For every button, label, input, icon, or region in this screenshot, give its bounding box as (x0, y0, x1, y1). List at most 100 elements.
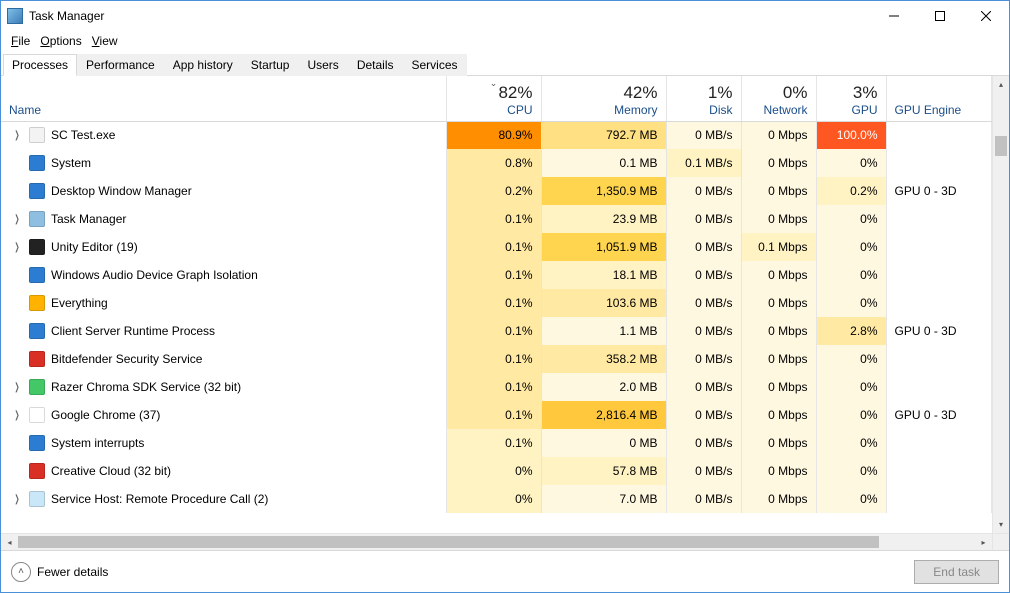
col-header-network[interactable]: 0% Network (741, 76, 816, 121)
menu-options[interactable]: Options (36, 32, 85, 50)
expand-chevron-icon[interactable]: ❯ (13, 382, 20, 393)
network-cell: 0 Mbps (741, 205, 816, 233)
cpu-cell: 0% (446, 457, 541, 485)
col-header-gpu-engine[interactable]: GPU Engine (886, 76, 992, 121)
scroll-right-button[interactable]: ▸ (975, 534, 992, 550)
tab-users[interactable]: Users (298, 54, 347, 76)
hscroll-thumb[interactable] (18, 536, 879, 548)
disk-cell: 0 MB/s (666, 233, 741, 261)
process-name-label: System interrupts (51, 436, 144, 450)
process-name-cell[interactable]: ❯System (1, 149, 446, 177)
process-icon (29, 435, 45, 451)
gpu-engine-cell (886, 485, 992, 513)
network-cell: 0 Mbps (741, 177, 816, 205)
table-row[interactable]: ❯System interrupts0.1%0 MB0 MB/s0 Mbps0% (1, 429, 992, 457)
expand-chevron-icon[interactable]: ❯ (13, 410, 20, 421)
process-icon (29, 267, 45, 283)
col-header-name[interactable]: Name (1, 76, 446, 121)
table-row[interactable]: ❯Everything0.1%103.6 MB0 MB/s0 Mbps0% (1, 289, 992, 317)
gpu-cell: 0% (816, 457, 886, 485)
memory-cell: 1,051.9 MB (541, 233, 666, 261)
process-name-label: Service Host: Remote Procedure Call (2) (51, 492, 268, 506)
disk-cell: 0.1 MB/s (666, 149, 741, 177)
network-cell: 0 Mbps (741, 485, 816, 513)
process-name-cell[interactable]: ❯Everything (1, 289, 446, 317)
hscroll-track[interactable] (18, 534, 975, 550)
tab-app-history[interactable]: App history (164, 54, 242, 76)
tab-details[interactable]: Details (348, 54, 403, 76)
col-header-cpu[interactable]: ⌄ 82% CPU (446, 76, 541, 121)
table-row[interactable]: ❯Razer Chroma SDK Service (32 bit)0.1%2.… (1, 373, 992, 401)
memory-cell: 0.1 MB (541, 149, 666, 177)
process-name-cell[interactable]: ❯Desktop Window Manager (1, 177, 446, 205)
menu-file[interactable]: File (7, 32, 34, 50)
expand-chevron-icon[interactable]: ❯ (13, 214, 20, 225)
process-name-label: Client Server Runtime Process (51, 324, 215, 338)
process-name-label: Everything (51, 296, 108, 310)
process-name-cell[interactable]: ❯Task Manager (1, 205, 446, 233)
tab-services[interactable]: Services (403, 54, 467, 76)
process-name-cell[interactable]: ❯ Service Host: Remote Procedure Call (2) (1, 485, 446, 513)
table-row[interactable]: ❯Client Server Runtime Process0.1%1.1 MB… (1, 317, 992, 345)
process-icon (29, 155, 45, 171)
network-cell: 0 Mbps (741, 429, 816, 457)
cpu-cell: 0.1% (446, 261, 541, 289)
table-row[interactable]: ❯Bitdefender Security Service0.1%358.2 M… (1, 345, 992, 373)
minimize-button[interactable] (871, 1, 917, 31)
process-name-cell[interactable]: ❯System interrupts (1, 429, 446, 457)
process-name-cell[interactable]: ❯Unity Editor (19) (1, 233, 446, 261)
close-button[interactable] (963, 1, 1009, 31)
memory-cell: 792.7 MB (541, 121, 666, 149)
gpu-engine-cell (886, 429, 992, 457)
chevron-up-icon: ˄ (11, 562, 31, 582)
process-name-cell[interactable]: ❯SC Test.exe (1, 121, 446, 149)
table-row[interactable]: ❯System0.8%0.1 MB0.1 MB/s0 Mbps0% (1, 149, 992, 177)
memory-cell: 23.9 MB (541, 205, 666, 233)
horizontal-scrollbar[interactable]: ◂ ▸ (1, 533, 1009, 550)
process-name-cell[interactable]: ❯Creative Cloud (32 bit) (1, 457, 446, 485)
minimize-icon (889, 11, 899, 21)
scroll-thumb[interactable] (995, 136, 1007, 156)
process-name-cell[interactable]: ❯Razer Chroma SDK Service (32 bit) (1, 373, 446, 401)
expand-chevron-icon[interactable]: ❯ (13, 242, 20, 253)
maximize-button[interactable] (917, 1, 963, 31)
expand-chevron-icon[interactable]: ❯ (13, 130, 20, 141)
scroll-up-button[interactable]: ▴ (993, 76, 1009, 93)
process-icon (29, 211, 45, 227)
tab-startup[interactable]: Startup (242, 54, 299, 76)
table-row[interactable]: ❯Windows Audio Device Graph Isolation0.1… (1, 261, 992, 289)
col-header-disk[interactable]: 1% Disk (666, 76, 741, 121)
table-row[interactable]: ❯SC Test.exe80.9%792.7 MB0 MB/s0 Mbps100… (1, 121, 992, 149)
expand-chevron-icon[interactable]: ❯ (13, 494, 20, 505)
gpu-engine-cell (886, 345, 992, 373)
process-name-label: Google Chrome (37) (51, 408, 160, 422)
table-row[interactable]: ❯Creative Cloud (32 bit)0%57.8 MB0 MB/s0… (1, 457, 992, 485)
process-name-cell[interactable]: ❯Client Server Runtime Process (1, 317, 446, 345)
col-header-gpu[interactable]: 3% GPU (816, 76, 886, 121)
table-row[interactable]: ❯Task Manager0.1%23.9 MB0 MB/s0 Mbps0% (1, 205, 992, 233)
process-name-cell[interactable]: ❯Bitdefender Security Service (1, 345, 446, 373)
cpu-cell: 0.1% (446, 345, 541, 373)
end-task-button[interactable]: End task (914, 560, 999, 584)
scroll-down-button[interactable]: ▾ (993, 516, 1009, 533)
col-header-memory[interactable]: 42% Memory (541, 76, 666, 121)
network-cell: 0 Mbps (741, 345, 816, 373)
cpu-cell: 0.1% (446, 205, 541, 233)
process-table-scroll[interactable]: Name ⌄ 82% CPU 42% Memory 1% (1, 76, 992, 533)
tab-processes[interactable]: Processes (3, 54, 77, 76)
fewer-details-label: Fewer details (37, 565, 108, 579)
process-name-cell[interactable]: ❯Windows Audio Device Graph Isolation (1, 261, 446, 289)
table-row[interactable]: ❯Unity Editor (19)0.1%1,051.9 MB0 MB/s0.… (1, 233, 992, 261)
vertical-scrollbar[interactable]: ▴ ▾ (992, 76, 1009, 533)
table-row[interactable]: ❯Desktop Window Manager0.2%1,350.9 MB0 M… (1, 177, 992, 205)
table-row[interactable]: ❯Google Chrome (37)0.1%2,816.4 MB0 MB/s0… (1, 401, 992, 429)
scroll-left-button[interactable]: ◂ (1, 534, 18, 550)
process-name-cell[interactable]: ❯ Google Chrome (37) (1, 401, 446, 429)
close-icon (981, 11, 991, 21)
menu-view[interactable]: View (88, 32, 122, 50)
table-row[interactable]: ❯ Service Host: Remote Procedure Call (2)… (1, 485, 992, 513)
fewer-details-button[interactable]: ˄ Fewer details (11, 562, 108, 582)
tab-performance[interactable]: Performance (77, 54, 164, 76)
memory-cell: 7.0 MB (541, 485, 666, 513)
memory-cell: 18.1 MB (541, 261, 666, 289)
